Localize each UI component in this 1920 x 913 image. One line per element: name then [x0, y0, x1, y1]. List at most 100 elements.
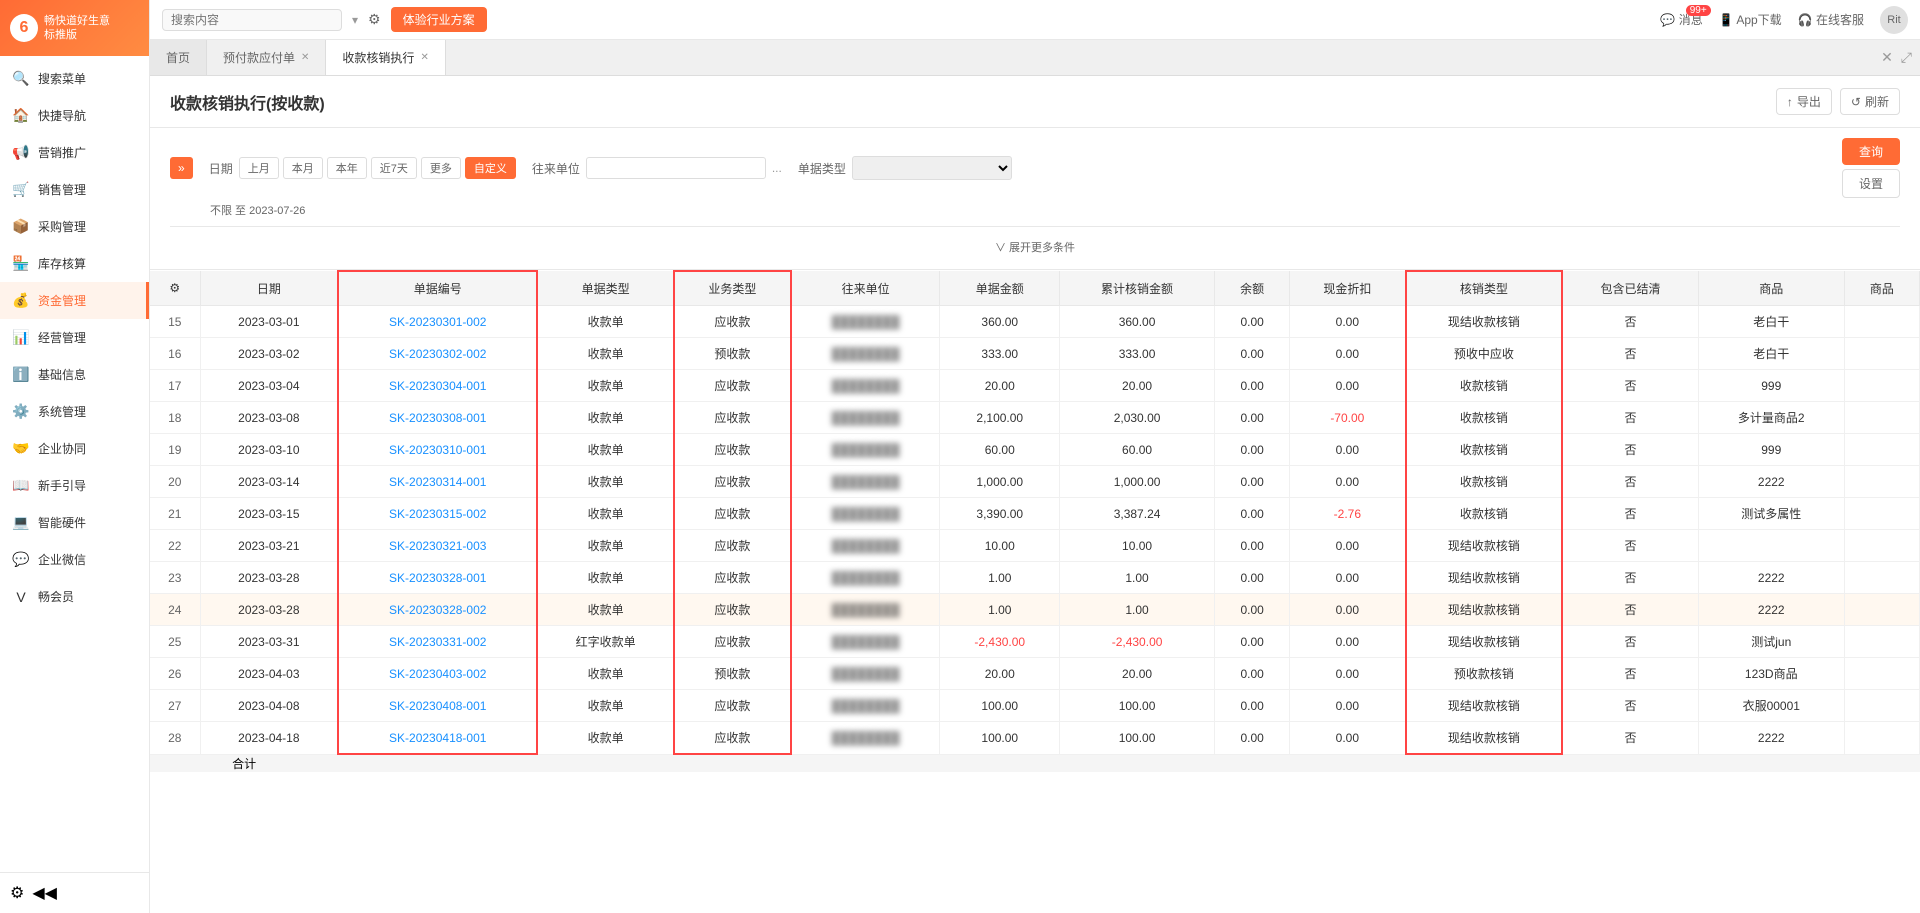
row-writeoff-type: 收款核销 [1406, 434, 1563, 466]
table-container: ⚙ 日期 单据编号 单据类型 业务类型 往来单位 单据金额 累计核销金额 余额 … [150, 270, 1920, 913]
row-cash-discount: 0.00 [1290, 562, 1406, 594]
sidebar-item-quicknav[interactable]: 🏠 快捷导航 [0, 97, 149, 134]
row-date: 2023-04-08 [200, 690, 338, 722]
more-date-btn[interactable]: 更多 [421, 157, 461, 179]
counterparty-input[interactable] [586, 157, 766, 179]
footer-label: 合计 [150, 754, 338, 772]
export-btn[interactable]: ↑ 导出 [1776, 88, 1832, 115]
industry-btn[interactable]: 体验行业方案 [391, 7, 487, 32]
row-include-settled: 否 [1562, 306, 1698, 338]
sidebar-item-finance[interactable]: 💰 资金管理 [0, 282, 149, 319]
bill-no-link[interactable]: SK-20230328-002 [389, 603, 486, 617]
bill-no-link[interactable]: SK-20230314-001 [389, 475, 486, 489]
topbar-right: 💬 消息 99+ 📱 App下载 🎧 在线客服 Rit [1660, 6, 1908, 34]
last-7-days-btn[interactable]: 近7天 [371, 157, 417, 179]
bill-no-link[interactable]: SK-20230310-001 [389, 443, 486, 457]
row-accum-amount: 1.00 [1060, 562, 1215, 594]
tab-home[interactable]: 首页 [150, 40, 207, 75]
query-btn[interactable]: 查询 [1842, 138, 1900, 165]
sidebar-item-inventory[interactable]: 🏪 库存核算 [0, 245, 149, 282]
bill-no-link[interactable]: SK-20230308-001 [389, 411, 486, 425]
setting-btn[interactable]: 设置 [1842, 169, 1900, 198]
sidebar-item-wechat[interactable]: 💬 企业微信 [0, 541, 149, 578]
row-writeoff-type: 现结收款核销 [1406, 594, 1563, 626]
export-icon: ↑ [1787, 95, 1793, 109]
gear-icon[interactable]: ⚙ [368, 11, 381, 28]
message-btn[interactable]: 💬 消息 99+ [1660, 11, 1702, 28]
sidebar-item-enterprise[interactable]: 🤝 企业协同 [0, 430, 149, 467]
expand-toggle[interactable]: » [170, 157, 193, 179]
row-include-settled: 否 [1562, 434, 1698, 466]
search-input[interactable] [162, 9, 342, 31]
sidebar: 6 畅快道好生意 标推版 🔍 搜索菜单 🏠 快捷导航 📢 营销推广 🛒 销售管理… [0, 0, 150, 913]
bill-no-link[interactable]: SK-20230331-002 [389, 635, 486, 649]
row-cash-discount: 0.00 [1290, 306, 1406, 338]
counterparty-dots[interactable]: ... [772, 161, 782, 175]
system-icon: ⚙️ [12, 403, 30, 420]
wechat-icon: 💬 [12, 551, 30, 568]
row-balance: 0.00 [1215, 722, 1290, 755]
bill-no-link[interactable]: SK-20230304-001 [389, 379, 486, 393]
sidebar-item-guide[interactable]: 📖 新手引导 [0, 467, 149, 504]
service-btn[interactable]: 🎧 在线客服 [1798, 11, 1864, 28]
row-biz-type: 应收款 [674, 402, 791, 434]
basic-label: 基础信息 [38, 366, 86, 383]
this-month-btn[interactable]: 本月 [283, 157, 323, 179]
bill-no-link[interactable]: SK-20230418-001 [389, 731, 486, 745]
row-seq: 25 [150, 626, 200, 658]
maximize-icon[interactable]: ⤢ [1901, 49, 1912, 66]
dropdown-icon[interactable]: ▾ [352, 13, 358, 27]
custom-date-btn[interactable]: 自定义 [465, 157, 516, 179]
this-year-btn[interactable]: 本年 [327, 157, 367, 179]
row-bill-type: 收款单 [537, 434, 674, 466]
row-writeoff-type: 现结收款核销 [1406, 690, 1563, 722]
app-download-btn[interactable]: 📱 App下载 [1719, 11, 1782, 28]
bill-no-link[interactable]: SK-20230315-002 [389, 507, 486, 521]
table-row: 24 2023-03-28 SK-20230328-002 收款单 应收款 ██… [150, 594, 1920, 626]
footer-bill-type [537, 754, 674, 772]
col-goods2: 商品 [1844, 271, 1919, 306]
row-goods [1698, 530, 1844, 562]
sidebar-item-marketing[interactable]: 📢 营销推广 [0, 134, 149, 171]
bill-no-link[interactable]: SK-20230301-002 [389, 315, 486, 329]
expand-btn[interactable]: ∨ 展开更多条件 [995, 239, 1075, 255]
user-avatar[interactable]: Rit [1880, 6, 1908, 34]
sidebar-item-basic[interactable]: ℹ️ 基础信息 [0, 356, 149, 393]
bill-no-link[interactable]: SK-20230302-002 [389, 347, 486, 361]
row-cash-discount: 0.00 [1290, 370, 1406, 402]
row-goods2 [1844, 370, 1919, 402]
enterprise-label: 企业协同 [38, 440, 86, 457]
row-bill-type: 收款单 [537, 530, 674, 562]
settings-icon[interactable]: ⚙ [10, 883, 24, 903]
close-receipt-icon[interactable]: ✕ [420, 52, 428, 63]
row-bill-no: SK-20230314-001 [338, 466, 537, 498]
bill-type-select[interactable] [852, 156, 1012, 180]
sidebar-item-sales[interactable]: 🛒 销售管理 [0, 171, 149, 208]
tab-receipt[interactable]: 收款核销执行 ✕ [326, 40, 445, 75]
sidebar-item-purchase[interactable]: 📦 采购管理 [0, 208, 149, 245]
search-icon: 🔍 [12, 70, 30, 87]
sidebar-item-system[interactable]: ⚙️ 系统管理 [0, 393, 149, 430]
last-month-btn[interactable]: 上月 [239, 157, 279, 179]
tab-prepay[interactable]: 预付款应付单 ✕ [207, 40, 326, 75]
sidebar-item-operation[interactable]: 📊 经营管理 [0, 319, 149, 356]
col-settings[interactable]: ⚙ [150, 271, 200, 306]
bill-no-link[interactable]: SK-20230321-003 [389, 539, 486, 553]
row-balance: 0.00 [1215, 370, 1290, 402]
sidebar-item-search[interactable]: 🔍 搜索菜单 [0, 60, 149, 97]
sidebar-item-hardware[interactable]: 💻 智能硬件 [0, 504, 149, 541]
row-bill-amount: 3,390.00 [940, 498, 1060, 530]
settings-col-icon[interactable]: ⚙ [169, 281, 180, 295]
row-date: 2023-03-01 [200, 306, 338, 338]
close-prepay-icon[interactable]: ✕ [301, 52, 309, 63]
row-cash-discount: 0.00 [1290, 594, 1406, 626]
table-row: 15 2023-03-01 SK-20230301-002 收款单 应收款 ██… [150, 306, 1920, 338]
sidebar-item-member[interactable]: V 畅会员 [0, 578, 149, 615]
bill-no-link[interactable]: SK-20230328-001 [389, 571, 486, 585]
collapse-icon[interactable]: ◀◀ [32, 883, 57, 903]
close-all-icon[interactable]: ✕ [1881, 49, 1893, 66]
bill-no-link[interactable]: SK-20230403-002 [389, 667, 486, 681]
refresh-btn[interactable]: ↺ 刷新 [1840, 88, 1900, 115]
col-bill-amount: 单据金额 [940, 271, 1060, 306]
bill-no-link[interactable]: SK-20230408-001 [389, 699, 486, 713]
